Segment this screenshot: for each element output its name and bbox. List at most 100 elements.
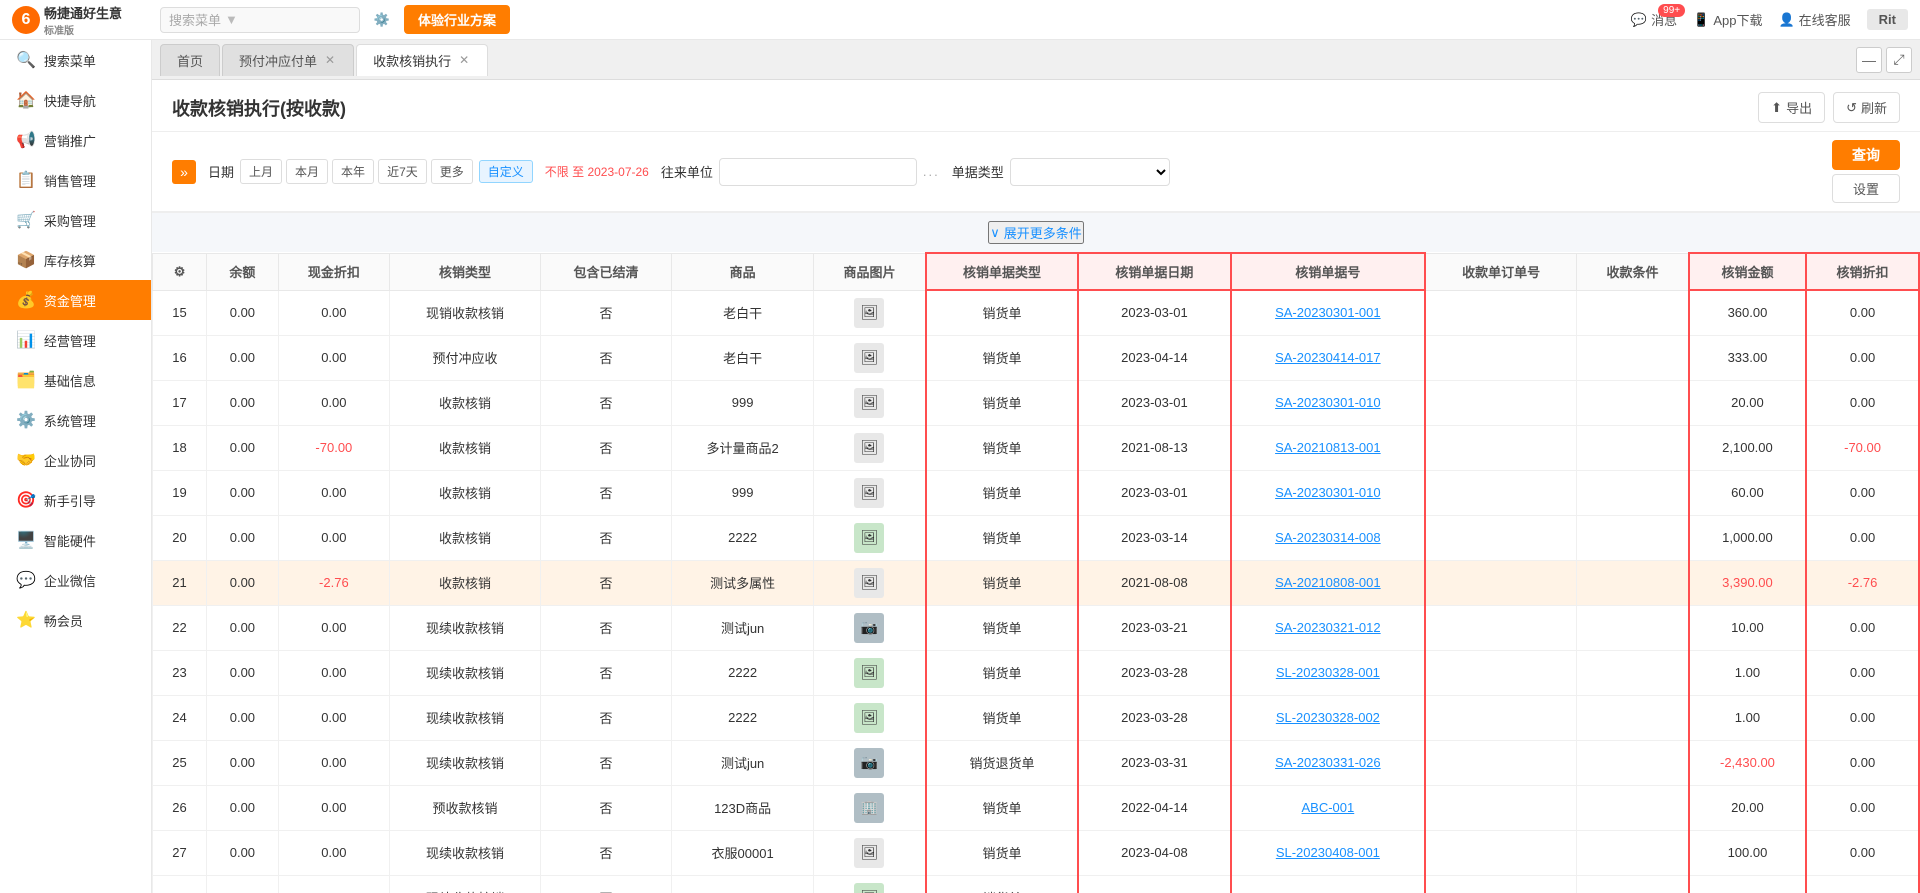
sidebar-item-base[interactable]: 🗂️ 基础信息 bbox=[0, 360, 151, 400]
tab-receipt[interactable]: 收款核销执行 ✕ bbox=[356, 44, 488, 76]
tab-receipt-close[interactable]: ✕ bbox=[457, 51, 471, 69]
sidebar-item-hardware[interactable]: 🖥️ 智能硬件 bbox=[0, 520, 151, 560]
date-label: 日期 bbox=[208, 162, 234, 181]
sales-icon: 📋 bbox=[16, 170, 36, 190]
bill-no-link[interactable]: ABC-001 bbox=[1301, 800, 1354, 815]
sidebar-label-operation: 经营管理 bbox=[44, 331, 96, 350]
hardware-icon: 🖥️ bbox=[16, 530, 36, 550]
from-unit-input[interactable] bbox=[719, 158, 917, 186]
table-row: 260.000.00预收款核销否123D商品🏢销货单2022-04-14ABC-… bbox=[153, 785, 1920, 830]
refresh-btn[interactable]: ↺ 刷新 bbox=[1833, 92, 1900, 123]
expand-more-btn[interactable]: ∨ 展开更多条件 bbox=[988, 221, 1084, 244]
sidebar-item-enterprise[interactable]: 🤝 企业协同 bbox=[0, 440, 151, 480]
bill-no-link[interactable]: SA-20210808-001 bbox=[1275, 575, 1381, 590]
th-settings[interactable]: ⚙ bbox=[153, 253, 207, 290]
date-btn-more[interactable]: 更多 bbox=[431, 159, 473, 184]
query-btn-group: 查询 设置 bbox=[1832, 140, 1900, 203]
sidebar-item-quick[interactable]: 🏠 快捷导航 bbox=[0, 80, 151, 120]
inventory-icon: 📦 bbox=[16, 250, 36, 270]
bill-type-select[interactable] bbox=[1010, 158, 1170, 186]
date-btn-this-month[interactable]: 本月 bbox=[286, 159, 328, 184]
top-bar-right: 💬 消息 99+ 📱 App下载 👤 在线客服 Rit bbox=[1631, 9, 1908, 30]
th-contains-settled: 包含已结清 bbox=[540, 253, 671, 290]
th-receipt-order-no: 收款单订单号 bbox=[1425, 253, 1577, 290]
app-download-label: App下载 bbox=[1713, 10, 1762, 29]
table-row: 150.000.00现销收款核销否老白干🖼销货单2023-03-01SA-202… bbox=[153, 290, 1920, 335]
th-cash-discount: 现金折扣 bbox=[278, 253, 389, 290]
export-btn[interactable]: ⬆ 导出 bbox=[1758, 92, 1825, 123]
bill-no-link[interactable]: SA-20230414-017 bbox=[1275, 350, 1381, 365]
tab-minimize-btn[interactable]: — bbox=[1856, 47, 1882, 73]
bill-no-link[interactable]: SA-20230321-012 bbox=[1275, 620, 1381, 635]
th-bill-no: 核销单据号 bbox=[1231, 253, 1425, 290]
sidebar-item-search[interactable]: 🔍 搜索菜单 bbox=[0, 40, 151, 80]
bill-no-link[interactable]: SA-20230314-008 bbox=[1275, 530, 1381, 545]
bill-no-link[interactable]: SA-20230301-001 bbox=[1275, 305, 1381, 320]
export-label: 导出 bbox=[1786, 98, 1812, 117]
sidebar-label-sales: 销售管理 bbox=[44, 171, 96, 190]
online-service-btn[interactable]: 👤 在线客服 bbox=[1778, 10, 1850, 29]
service-icon: 👤 bbox=[1778, 12, 1794, 28]
operation-icon: 📊 bbox=[16, 330, 36, 350]
sidebar-item-operation[interactable]: 📊 经营管理 bbox=[0, 320, 151, 360]
page-header-actions: ⬆ 导出 ↺ 刷新 bbox=[1758, 92, 1900, 123]
query-btn[interactable]: 查询 bbox=[1832, 140, 1900, 170]
member-icon: ⭐ bbox=[16, 610, 36, 630]
sidebar-item-member[interactable]: ⭐ 畅会员 bbox=[0, 600, 151, 640]
sidebar: 🔍 搜索菜单 🏠 快捷导航 📢 营销推广 📋 销售管理 🛒 采购管理 📦 库存核… bbox=[0, 40, 152, 893]
sidebar-item-finance[interactable]: 💰 资金管理 bbox=[0, 280, 151, 320]
setting-btn[interactable]: 设置 bbox=[1832, 174, 1900, 203]
enterprise-icon: 🤝 bbox=[16, 450, 36, 470]
sidebar-item-sales[interactable]: 📋 销售管理 bbox=[0, 160, 151, 200]
main-layout: 🔍 搜索菜单 🏠 快捷导航 📢 营销推广 📋 销售管理 🛒 采购管理 📦 库存核… bbox=[0, 40, 1920, 893]
filter-expand-btn[interactable]: » bbox=[172, 160, 196, 184]
industry-btn[interactable]: 体验行业方案 bbox=[404, 5, 510, 34]
bill-no-link[interactable]: SA-20210813-001 bbox=[1275, 440, 1381, 455]
bill-no-link[interactable]: SL-20230408-001 bbox=[1276, 845, 1380, 860]
sidebar-item-guide[interactable]: 🎯 新手引导 bbox=[0, 480, 151, 520]
date-btn-7days[interactable]: 近7天 bbox=[378, 159, 427, 184]
bill-no-link[interactable]: SA-20230331-026 bbox=[1275, 755, 1381, 770]
sidebar-label-inventory: 库存核算 bbox=[44, 251, 96, 270]
table-row: 240.000.00现续收款核销否2222🖼销货单2023-03-28SL-20… bbox=[153, 695, 1920, 740]
gear-icon[interactable]: ⚙️ bbox=[368, 6, 396, 34]
search-box[interactable]: 搜索菜单 ▼ bbox=[160, 7, 360, 33]
sidebar-label-member: 畅会员 bbox=[44, 611, 83, 630]
bill-no-link[interactable]: SA-20230301-010 bbox=[1275, 485, 1381, 500]
date-btn-this-year[interactable]: 本年 bbox=[332, 159, 374, 184]
th-verify-discount: 核销折扣 bbox=[1806, 253, 1919, 290]
sidebar-item-marketing[interactable]: 📢 营销推广 bbox=[0, 120, 151, 160]
date-custom-btn[interactable]: 自定义 bbox=[479, 160, 533, 183]
tab-prepay-close[interactable]: ✕ bbox=[323, 51, 337, 69]
date-btn-last-month[interactable]: 上月 bbox=[240, 159, 282, 184]
tab-home[interactable]: 首页 bbox=[160, 44, 220, 76]
sidebar-item-purchase[interactable]: 🛒 采购管理 bbox=[0, 200, 151, 240]
user-display[interactable]: Rit bbox=[1867, 9, 1908, 30]
refresh-label: 刷新 bbox=[1861, 98, 1887, 117]
brand-name: 畅捷通好生意 bbox=[44, 3, 122, 22]
sidebar-item-inventory[interactable]: 📦 库存核算 bbox=[0, 240, 151, 280]
table-row: 280.000.00现续收款核销否2222🖼销货单2023-04-18SL-20… bbox=[153, 875, 1920, 893]
th-bill-date: 核销单据日期 bbox=[1078, 253, 1230, 290]
table-row: 200.000.00收款核销否2222🖼销货单2023-03-14SA-2023… bbox=[153, 515, 1920, 560]
date-range-display: 不限 至 2023-07-26 bbox=[545, 163, 649, 180]
dots-separator: ... bbox=[923, 164, 940, 179]
table-row: 210.00-2.76收款核销否测试多属性🖼销货单2021-08-08SA-20… bbox=[153, 560, 1920, 605]
app-download-btn[interactable]: 📱 App下载 bbox=[1693, 10, 1762, 29]
page-title: 收款核销执行(按收款) bbox=[172, 95, 346, 121]
th-bill-report-type: 核销单据类型 bbox=[926, 253, 1078, 290]
sidebar-label-system: 系统管理 bbox=[44, 411, 96, 430]
filter-date-btns: 上月 本月 本年 近7天 更多 bbox=[240, 159, 473, 184]
sidebar-label-quick: 快捷导航 bbox=[44, 91, 96, 110]
tabs-bar: 首页 预付冲应付单 ✕ 收款核销执行 ✕ — ⤢ bbox=[152, 40, 1920, 80]
sidebar-item-wechat[interactable]: 💬 企业微信 bbox=[0, 560, 151, 600]
tab-maximize-btn[interactable]: ⤢ bbox=[1886, 47, 1912, 73]
messages-btn[interactable]: 💬 消息 99+ bbox=[1631, 10, 1677, 29]
sidebar-label-purchase: 采购管理 bbox=[44, 211, 96, 230]
bill-no-link[interactable]: SL-20230328-002 bbox=[1276, 710, 1380, 725]
bill-no-link[interactable]: SL-20230328-001 bbox=[1276, 665, 1380, 680]
content-area: 首页 预付冲应付单 ✕ 收款核销执行 ✕ — ⤢ 收款核销执行(按收款) bbox=[152, 40, 1920, 893]
tab-prepay[interactable]: 预付冲应付单 ✕ bbox=[222, 44, 354, 76]
sidebar-item-system[interactable]: ⚙️ 系统管理 bbox=[0, 400, 151, 440]
bill-no-link[interactable]: SA-20230301-010 bbox=[1275, 395, 1381, 410]
